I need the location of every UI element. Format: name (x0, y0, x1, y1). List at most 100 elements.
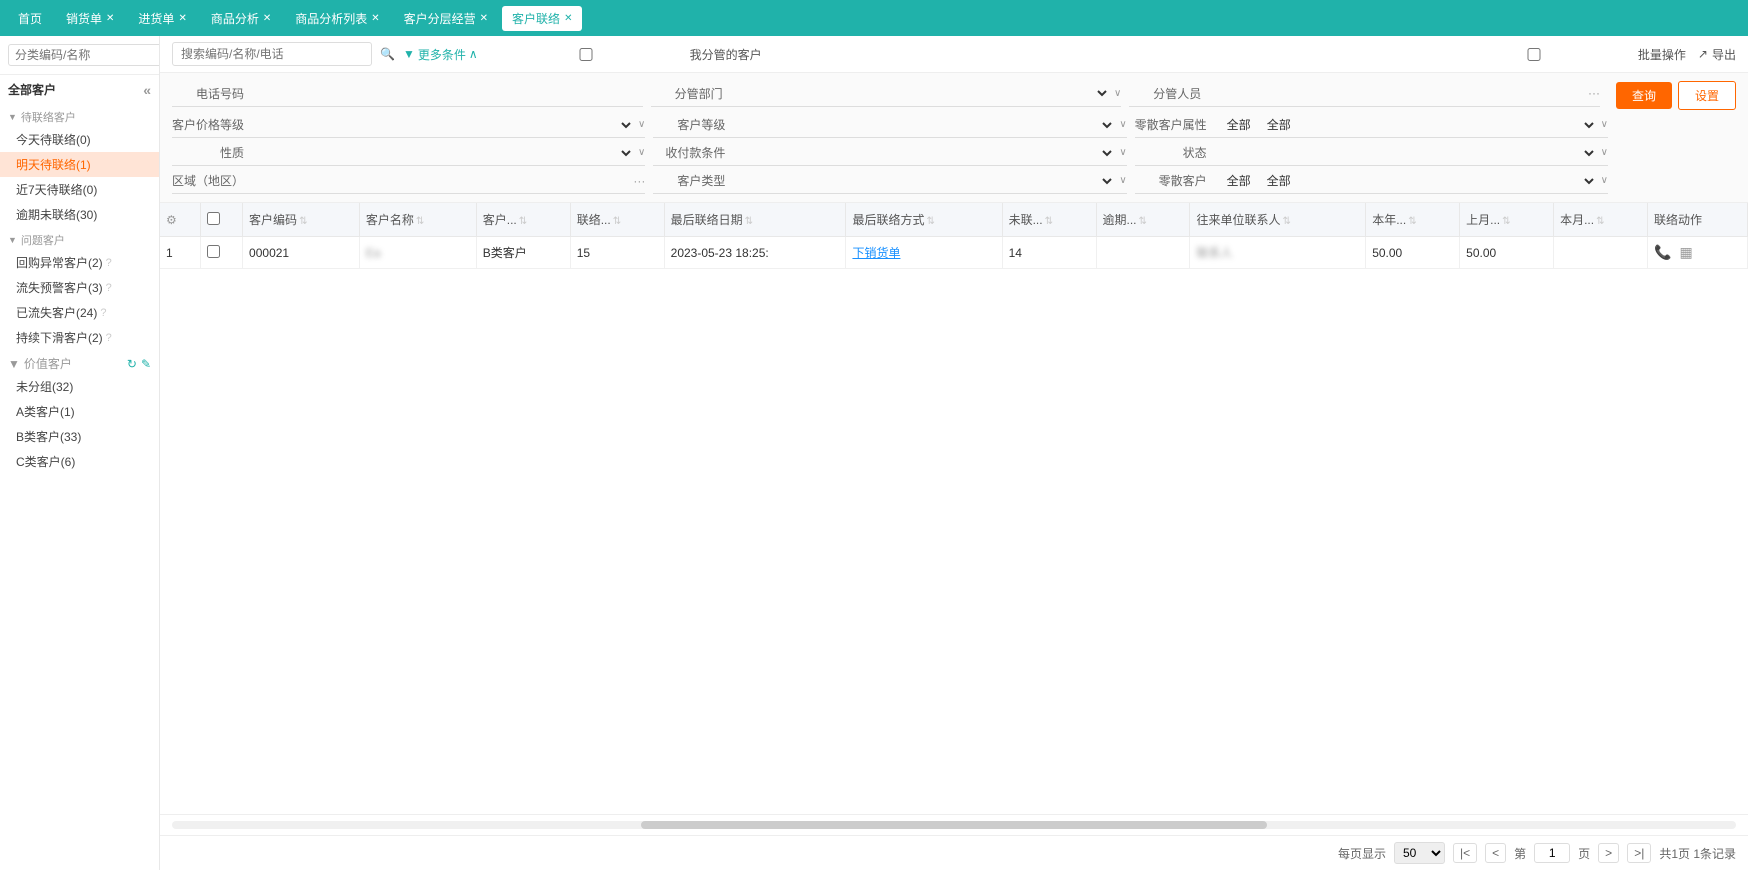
adv-select-payment[interactable] (737, 145, 1115, 161)
nav-customer-tier-close[interactable]: ✕ (480, 13, 488, 24)
my-customers-checkbox[interactable] (486, 48, 686, 61)
per-page-select[interactable]: 50 100 200 (1394, 842, 1445, 864)
adv-select-status[interactable] (1219, 145, 1597, 161)
adv-select-nature[interactable] (256, 145, 634, 161)
help-icon-declining: ? (106, 332, 112, 344)
prev-page-button[interactable]: < (1485, 843, 1506, 863)
nav-product-analysis-list[interactable]: 商品分析列表 ✕ (285, 6, 389, 31)
adv-input-phone[interactable] (256, 86, 643, 100)
group-problem-customers[interactable]: 问题客户 (0, 227, 159, 250)
adv-input-manager[interactable] (1213, 86, 1584, 100)
th-last-contact-date[interactable]: 最后联络日期⇅ (664, 203, 846, 237)
action-grid-icon[interactable]: ▦ (1679, 244, 1692, 261)
adv-label-customer-grade: 客户等级 (653, 116, 733, 133)
settings-button[interactable]: 设置 (1678, 81, 1736, 110)
export-button[interactable]: ↗ 导出 (1698, 46, 1736, 63)
th-type[interactable]: 客户...⇅ (476, 203, 570, 237)
th-gear[interactable]: ⚙ (160, 203, 200, 237)
th-contact-count[interactable]: 联络...⇅ (570, 203, 664, 237)
more-conditions-button[interactable]: ▼ 更多条件 ∧ (403, 46, 478, 63)
adv-field-nature: 性质 ∨ (172, 144, 645, 166)
th-last-contact-type[interactable]: 最后联络方式⇅ (846, 203, 1002, 237)
td-last-contact-date: 2023-05-23 18:25: (664, 237, 846, 269)
batch-operation-button[interactable]: 批量操作 (1434, 46, 1686, 63)
sidebar-item-repurchase-abnormal[interactable]: 回购异常客户(2) ? (0, 250, 159, 275)
sidebar-item-today-contact[interactable]: 今天待联络(0) (0, 127, 159, 152)
sidebar-item-declining[interactable]: 持续下滑客户(2) ? (0, 325, 159, 350)
th-this-month[interactable]: 本月...⇅ (1554, 203, 1648, 237)
sidebar-search-input[interactable] (8, 44, 160, 66)
adv-manager-dots[interactable]: ··· (1588, 86, 1600, 100)
th-checkbox[interactable] (200, 203, 243, 237)
first-page-button[interactable]: |< (1453, 843, 1477, 863)
th-name[interactable]: 客户名称⇅ (359, 203, 476, 237)
th-this-year[interactable]: 本年...⇅ (1366, 203, 1460, 237)
advanced-filter: 电话号码 分管部门 ∨ 分管人员 ··· 查询 设置 (160, 73, 1748, 203)
nav-sales[interactable]: 销货单 ✕ (56, 6, 124, 31)
th-last-month[interactable]: 上月...⇅ (1460, 203, 1554, 237)
adv-retail-attr-arrow: ∨ (1601, 119, 1608, 130)
adv-label-customer-type: 客户类型 (653, 172, 733, 189)
sidebar-item-7days-contact[interactable]: 近7天待联络(0) (0, 177, 159, 202)
sidebar-item-tomorrow-contact[interactable]: 明天待联络(1) (0, 152, 159, 177)
nav-purchase[interactable]: 进货单 ✕ (128, 6, 196, 31)
sidebar-item-churned[interactable]: 已流失客户(24) ? (0, 300, 159, 325)
scrollbar-thumb[interactable] (641, 821, 1267, 829)
query-button[interactable]: 查询 (1616, 82, 1672, 109)
select-all-checkbox[interactable] (207, 212, 220, 225)
help-icon-churn-warning: ? (106, 282, 112, 294)
nav-customer-tier[interactable]: 客户分层经营 ✕ (394, 6, 498, 31)
nav-sales-close[interactable]: ✕ (106, 13, 114, 24)
search-button[interactable]: 🔍 (380, 47, 395, 61)
adv-select-price-grade[interactable] (256, 117, 634, 133)
adv-select-customer-grade[interactable] (737, 117, 1115, 133)
nav-product-analysis[interactable]: 商品分析 ✕ (201, 6, 281, 31)
th-not-contact[interactable]: 未联...⇅ (1002, 203, 1096, 237)
th-overdue[interactable]: 逾期...⇅ (1096, 203, 1190, 237)
nav-product-analysis-list-close[interactable]: ✕ (371, 13, 379, 24)
sidebar-item-class-b[interactable]: B类客户(33) (0, 424, 159, 449)
adv-input-region[interactable] (256, 174, 629, 188)
nav-purchase-close[interactable]: ✕ (178, 13, 186, 24)
my-customers-checkbox-label[interactable]: 我分管的客户 (486, 46, 762, 63)
last-contact-link[interactable]: 下销货单 (852, 246, 900, 260)
nav-customer-contact[interactable]: 客户联络 ✕ (502, 6, 582, 31)
th-action: 联络动作 (1648, 203, 1748, 237)
value-customers-refresh-icon[interactable]: ↻ (127, 357, 137, 371)
adv-label-retail-customer: 零散客户 (1135, 172, 1215, 189)
td-last-contact-type[interactable]: 下销货单 (846, 237, 1002, 269)
sidebar-item-overdue-contact[interactable]: 逾期未联络(30) (0, 202, 159, 227)
sidebar-item-churn-warning[interactable]: 流失预警客户(3) ? (0, 275, 159, 300)
page-input[interactable] (1534, 843, 1570, 863)
last-page-button[interactable]: >| (1627, 843, 1651, 863)
adv-select-dept[interactable] (735, 85, 1110, 101)
sidebar-item-class-a[interactable]: A类客户(1) (0, 399, 159, 424)
td-checkbox[interactable] (200, 237, 243, 269)
search-input[interactable] (172, 42, 372, 66)
row-checkbox[interactable] (207, 245, 220, 258)
adv-retail-customer-value: 全部 (1219, 172, 1259, 189)
next-page-button[interactable]: > (1598, 843, 1619, 863)
adv-select-retail-attr[interactable]: 全部 (1263, 117, 1597, 133)
th-code[interactable]: 客户编码⇅ (243, 203, 360, 237)
value-customers-edit-icon[interactable]: ✎ (141, 357, 151, 371)
sidebar-item-class-c[interactable]: C类客户(6) (0, 449, 159, 474)
adv-region-dots[interactable]: ··· (633, 174, 645, 188)
adv-select-customer-type[interactable] (737, 173, 1115, 189)
action-phone-icon[interactable]: 📞 (1654, 244, 1671, 261)
nav-product-analysis-close[interactable]: ✕ (263, 13, 271, 24)
adv-select-retail-customer[interactable]: 全部 (1263, 173, 1597, 189)
nav-home[interactable]: 首页 (8, 6, 52, 31)
batch-checkbox[interactable] (1434, 48, 1634, 61)
group-waiting-contact[interactable]: 待联络客户 (0, 104, 159, 127)
scrollbar-track[interactable] (172, 821, 1736, 829)
sidebar-item-unclassified[interactable]: 未分组(32) (0, 374, 159, 399)
adv-label-payment: 收付款条件 (653, 144, 733, 161)
main-layout: 🔍 全部客户 « 待联络客户 今天待联络(0) 明天待联络(1) 近7天待联络(… (0, 36, 1748, 870)
nav-customer-contact-close[interactable]: ✕ (564, 13, 572, 24)
horizontal-scrollbar[interactable] (160, 814, 1748, 835)
gear-icon[interactable]: ⚙ (166, 213, 177, 227)
th-contact-person[interactable]: 往来单位联系人⇅ (1190, 203, 1366, 237)
all-customers-header[interactable]: 全部客户 « (0, 75, 159, 104)
td-contact-count: 15 (570, 237, 664, 269)
